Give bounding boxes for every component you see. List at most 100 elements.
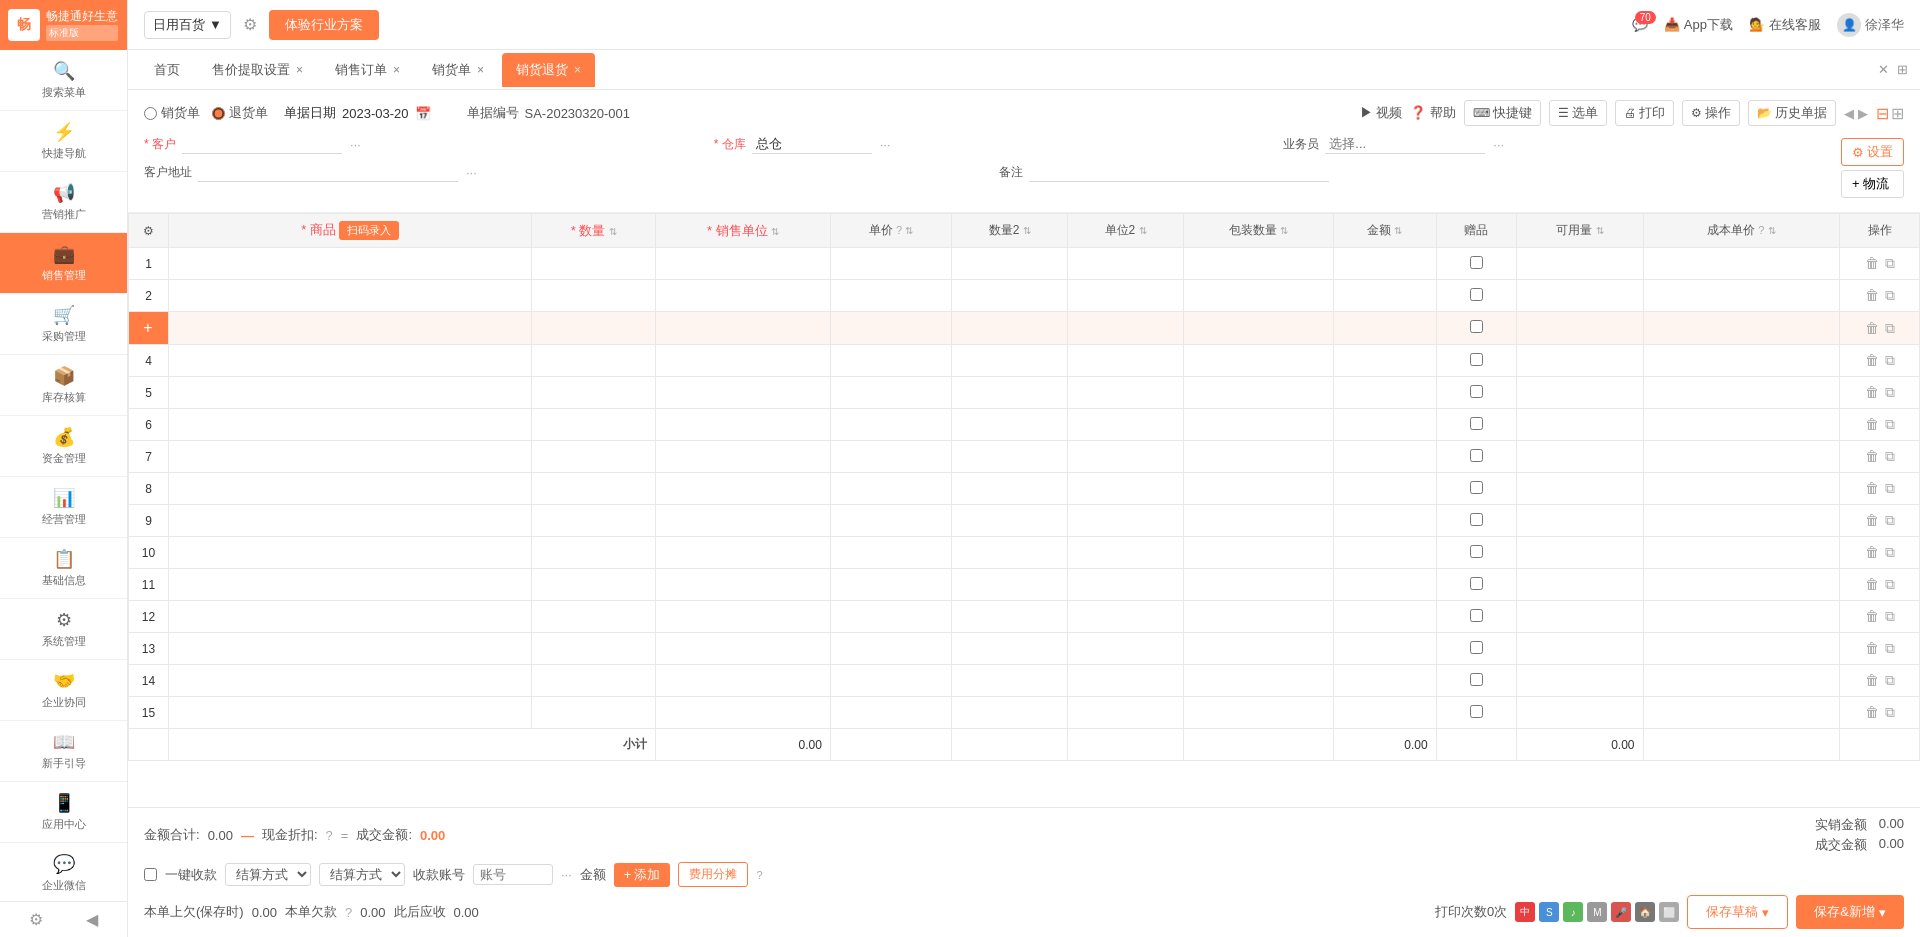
sales-unit-cell[interactable] xyxy=(656,248,831,280)
help-icon[interactable]: ? xyxy=(1758,224,1764,236)
salesperson-input[interactable] xyxy=(1325,134,1485,154)
copy-icon[interactable]: ⧉ xyxy=(1885,384,1895,401)
delete-icon[interactable]: 🗑 xyxy=(1865,480,1879,497)
delete-icon[interactable]: 🗑 xyxy=(1865,512,1879,529)
gift-checkbox[interactable] xyxy=(1470,385,1483,398)
sort-icon[interactable]: ⇅ xyxy=(609,226,617,237)
tab-close-icon[interactable]: × xyxy=(393,63,400,77)
gift-cell[interactable] xyxy=(1436,280,1517,312)
calc-method-select[interactable]: 结算方式 xyxy=(319,863,405,886)
available-cell[interactable] xyxy=(1517,248,1643,280)
settings-btn[interactable]: ⚙ 设置 xyxy=(1841,138,1904,166)
history-btn[interactable]: 📂 历史单据 xyxy=(1748,100,1836,126)
copy-icon[interactable]: ⧉ xyxy=(1885,608,1895,625)
product-cell-active[interactable] xyxy=(169,312,532,345)
next-icon[interactable]: ▶ xyxy=(1858,106,1868,121)
unit2-cell[interactable] xyxy=(1068,280,1184,312)
radio-return[interactable]: 退货单 xyxy=(212,104,268,122)
sidebar-item-shortcut[interactable]: ⚡ 快捷导航 xyxy=(0,111,127,172)
status-icon-3[interactable]: ♪ xyxy=(1563,902,1583,922)
gift-checkbox[interactable] xyxy=(1470,353,1483,366)
copy-icon[interactable]: ⧉ xyxy=(1885,512,1895,529)
one-click-payment-checkbox[interactable] xyxy=(144,868,157,881)
header-gear-icon[interactable]: ⚙ xyxy=(243,15,257,34)
quantity2-cell[interactable] xyxy=(952,248,1068,280)
quantity2-cell[interactable] xyxy=(952,280,1068,312)
save-draft-btn[interactable]: 保存草稿 ▾ xyxy=(1687,895,1788,929)
account-input[interactable] xyxy=(473,864,553,885)
gift-cell[interactable] xyxy=(1436,312,1517,345)
unit-price-cell[interactable] xyxy=(830,312,951,345)
save-new-btn[interactable]: 保存&新增 ▾ xyxy=(1796,895,1904,929)
cost-price-cell[interactable] xyxy=(1643,280,1839,312)
help-icon[interactable]: ? xyxy=(896,224,902,236)
gift-checkbox[interactable] xyxy=(1470,673,1483,686)
sidebar-item-apps[interactable]: 📱 应用中心 xyxy=(0,782,127,843)
sales-unit-cell[interactable] xyxy=(656,280,831,312)
radio-sales-input[interactable] xyxy=(144,107,157,120)
help-icon[interactable]: ? xyxy=(326,828,333,843)
status-icon-1[interactable]: 中 xyxy=(1515,902,1535,922)
status-icon-2[interactable]: S xyxy=(1539,902,1559,922)
sidebar-item-inventory[interactable]: 📦 库存核算 xyxy=(0,355,127,416)
delete-icon[interactable]: 🗑 xyxy=(1865,416,1879,433)
copy-icon[interactable]: ⧉ xyxy=(1885,416,1895,433)
delete-icon[interactable]: 🗑 xyxy=(1865,352,1879,369)
customer-input[interactable] xyxy=(182,134,342,154)
industry-select[interactable]: 日用百货 ▼ xyxy=(144,11,231,39)
tab-sales-order[interactable]: 销售订单 × xyxy=(321,53,414,87)
sidebar-item-finance[interactable]: 💰 资金管理 xyxy=(0,416,127,477)
status-icon-4[interactable]: M xyxy=(1587,902,1607,922)
quantity-cell[interactable] xyxy=(532,312,656,345)
sidebar-item-marketing[interactable]: 📢 营销推广 xyxy=(0,172,127,233)
cost-price-cell[interactable] xyxy=(1643,312,1839,345)
gift-checkbox[interactable] xyxy=(1470,449,1483,462)
remark-input[interactable] xyxy=(1029,162,1329,182)
available-cell[interactable] xyxy=(1517,280,1643,312)
gift-checkbox[interactable] xyxy=(1470,320,1483,333)
warehouse-input[interactable] xyxy=(752,134,872,154)
sort-icon[interactable]: ⇅ xyxy=(1394,225,1402,236)
this-bill-debit-icon[interactable]: ? xyxy=(345,905,352,920)
delete-icon[interactable]: 🗑 xyxy=(1865,640,1879,657)
salesperson-dots[interactable]: ··· xyxy=(1493,137,1504,152)
delete-icon[interactable]: 🗑 xyxy=(1865,384,1879,401)
sidebar-item-system[interactable]: ⚙ 系统管理 xyxy=(0,599,127,660)
tab-home[interactable]: 首页 xyxy=(140,53,194,87)
th-gear[interactable]: ⚙ xyxy=(129,214,169,248)
tab-close-icon[interactable]: × xyxy=(296,63,303,77)
gift-checkbox[interactable] xyxy=(1470,545,1483,558)
sidebar-item-wechat[interactable]: 💬 企业微信 xyxy=(0,843,127,901)
delete-icon[interactable]: 🗑 xyxy=(1865,704,1879,721)
amount-cell[interactable] xyxy=(1333,248,1436,280)
message-badge-wrap[interactable]: 💬 70 xyxy=(1632,17,1648,32)
collapse-icon[interactable]: ◀ xyxy=(86,910,98,929)
quantity-cell[interactable] xyxy=(532,280,656,312)
sort-icon[interactable]: ⇅ xyxy=(771,226,779,237)
copy-icon[interactable]: ⧉ xyxy=(1885,287,1895,304)
copy-icon[interactable]: ⧉ xyxy=(1885,544,1895,561)
copy-icon[interactable]: ⧉ xyxy=(1885,448,1895,465)
product-cell[interactable] xyxy=(169,248,532,280)
barcode-btn[interactable]: 扫码录入 xyxy=(339,221,399,240)
fee-help-icon[interactable]: ? xyxy=(756,869,762,881)
copy-icon[interactable]: ⧉ xyxy=(1885,320,1895,337)
tab-sales[interactable]: 销货单 × xyxy=(418,53,498,87)
operate-btn[interactable]: ⚙ 操作 xyxy=(1682,100,1740,126)
pack-qty-cell[interactable] xyxy=(1183,312,1333,345)
delete-icon[interactable]: 🗑 xyxy=(1865,672,1879,689)
status-icon-5[interactable]: 🎤 xyxy=(1611,902,1631,922)
sidebar-item-operation[interactable]: 📊 经营管理 xyxy=(0,477,127,538)
product-input-active[interactable] xyxy=(177,321,523,336)
view-grid-icon[interactable]: ⊟ xyxy=(1876,104,1889,123)
amount-cell[interactable] xyxy=(1333,280,1436,312)
sidebar-item-search[interactable]: 🔍 搜索菜单 xyxy=(0,50,127,111)
gift-checkbox[interactable] xyxy=(1470,705,1483,718)
cost-price-cell[interactable] xyxy=(1643,248,1839,280)
available-cell[interactable] xyxy=(1517,312,1643,345)
radio-sales[interactable]: 销货单 xyxy=(144,104,200,122)
copy-icon[interactable]: ⧉ xyxy=(1885,352,1895,369)
dots-account[interactable]: ··· xyxy=(561,867,572,882)
product-cell[interactable] xyxy=(169,280,532,312)
help-btn[interactable]: ❓ 帮助 xyxy=(1410,104,1456,122)
